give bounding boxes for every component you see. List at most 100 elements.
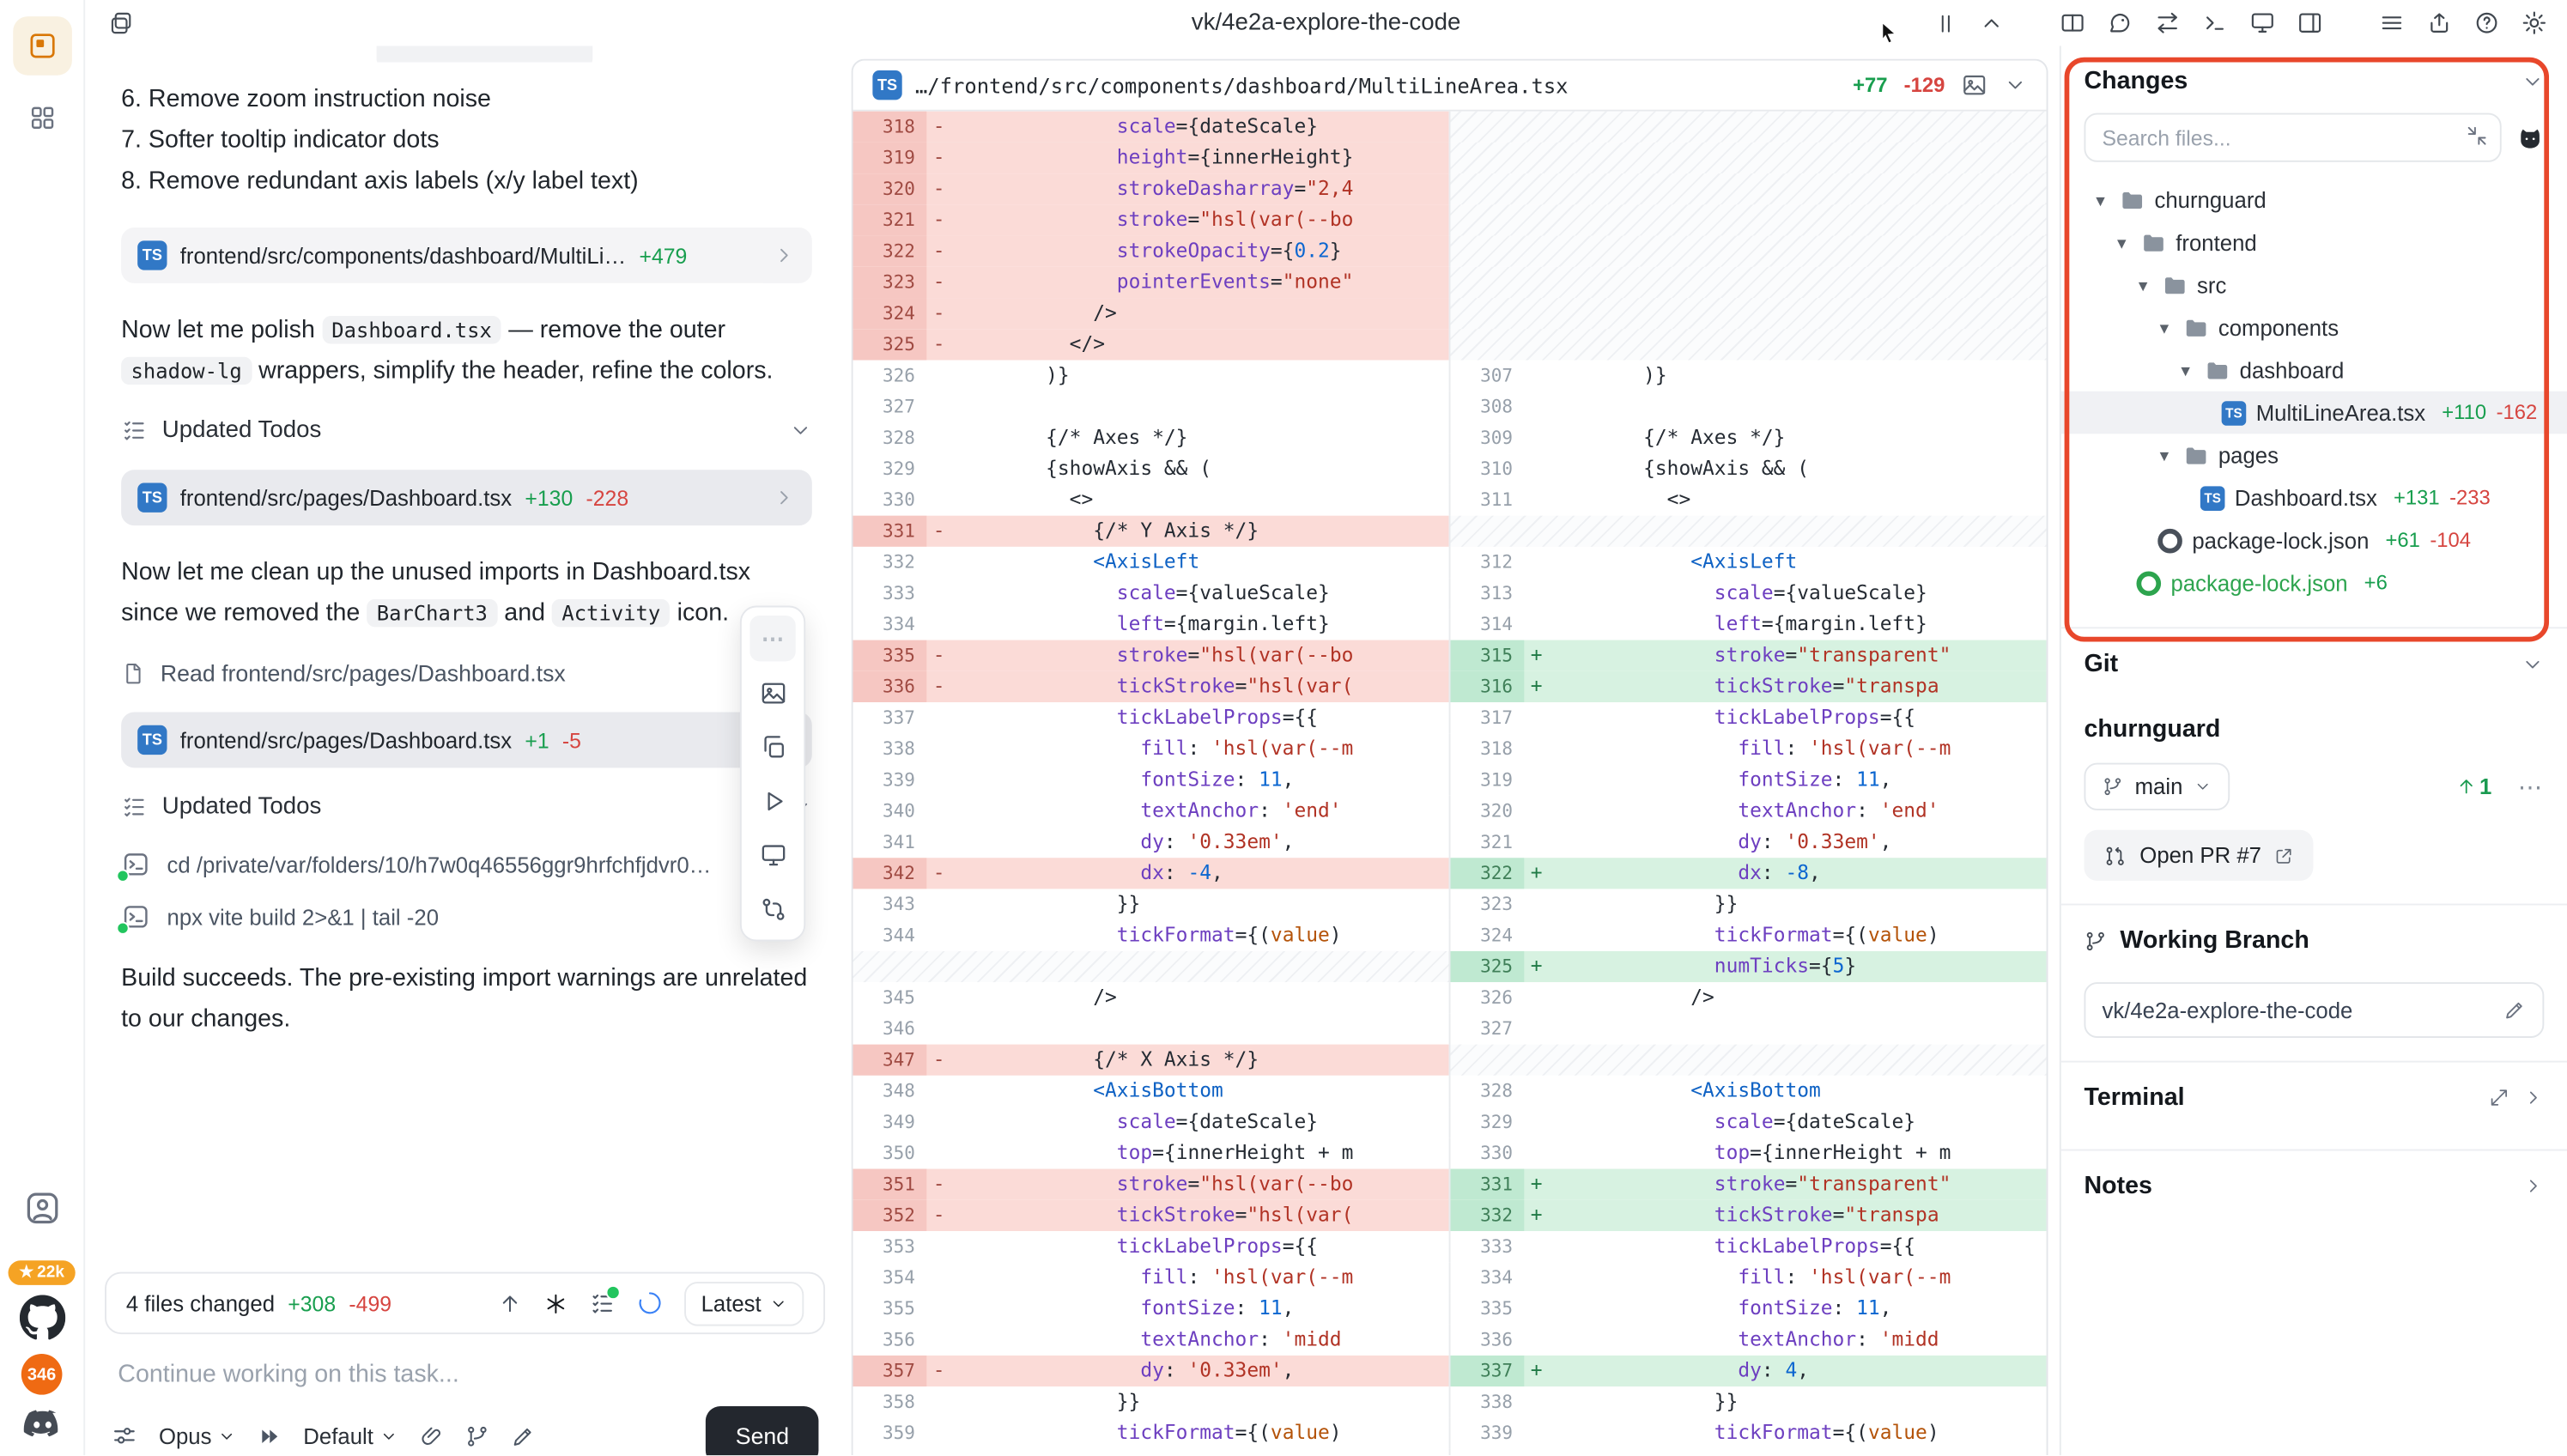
chevron-expanded-icon: ▾ <box>2112 232 2132 253</box>
account-icon[interactable] <box>12 1179 71 1238</box>
diff-row: 359 tickFormat={(value)339 tickFormat={(… <box>853 1417 2046 1448</box>
workspace-icon[interactable] <box>12 16 71 76</box>
collapse-chevron-icon[interactable] <box>2004 74 2027 97</box>
working-branch-field[interactable]: vk/4e2a-explore-the-code <box>2084 982 2544 1038</box>
swap-icon[interactable] <box>2154 9 2181 36</box>
commits-ahead-badge[interactable]: 1 <box>2456 774 2491 799</box>
chevron-right-icon[interactable] <box>2523 1175 2545 1197</box>
tree-folder[interactable]: ▾src <box>2061 264 2567 306</box>
terminal-section-header[interactable]: Terminal <box>2084 1063 2544 1126</box>
tree-folder[interactable]: ▾churnguard <box>2061 179 2567 221</box>
mode-label: Default <box>303 1423 373 1448</box>
send-button[interactable]: Send <box>706 1406 818 1455</box>
tree-folder[interactable]: ▾components <box>2061 306 2567 349</box>
pause-icon[interactable] <box>1933 10 1958 35</box>
left-rail: ★ 22k 346 <box>0 0 85 1455</box>
attach-icon[interactable] <box>419 1423 444 1448</box>
app-window: vk/4e2a-explore-the-code <box>0 0 2567 1455</box>
assistant-paragraph: Now let me clean up the unused imports i… <box>121 552 812 634</box>
chat-bubble-icon[interactable] <box>2107 9 2133 36</box>
updated-todos-row[interactable]: Updated Todos <box>121 417 812 444</box>
columns-icon[interactable] <box>2060 9 2086 36</box>
chevron-down-icon[interactable] <box>789 419 812 442</box>
search-files-input[interactable] <box>2084 113 2501 162</box>
mode-dropdown[interactable]: Default <box>303 1423 397 1448</box>
tree-file[interactable]: package-lock.json+61-104 <box>2061 519 2567 561</box>
diff-view-icon[interactable] <box>1961 72 1987 99</box>
terminal-command-row[interactable]: npx vite build 2>&1 | tail -20 <box>121 902 812 931</box>
screenshot-icon[interactable] <box>749 670 795 715</box>
changes-section-header[interactable]: Changes <box>2084 46 2544 109</box>
open-pr-button[interactable]: Open PR #7 <box>2084 830 2314 881</box>
monitor-icon[interactable] <box>2249 9 2276 36</box>
pencil-icon[interactable] <box>2503 998 2527 1022</box>
composer-toolbar: Opus Default Send <box>105 1399 825 1455</box>
branch-dropdown[interactable]: main <box>2084 763 2230 810</box>
monitor-icon[interactable] <box>749 832 795 877</box>
title-bar: vk/4e2a-explore-the-code <box>85 0 2567 46</box>
discord-icon[interactable] <box>21 1403 64 1446</box>
notes-section-header[interactable]: Notes <box>2084 1151 2544 1215</box>
tree-file[interactable]: package-lock.json+6 <box>2061 561 2567 604</box>
read-file-row[interactable]: Read frontend/src/pages/Dashboard.tsx <box>121 659 812 686</box>
share-icon[interactable] <box>2426 9 2453 36</box>
right-sidebar: Changes ▾churnguard▾frontend▾src▾compone… <box>2060 46 2567 1455</box>
assistant-paragraph: Now let me polish Dashboard.tsx — remove… <box>121 309 812 391</box>
chevron-right-icon[interactable] <box>2523 1087 2545 1108</box>
diff-row: 356 textAnchor: 'midd336 textAnchor: 'mi… <box>853 1325 2046 1356</box>
more-handle-icon[interactable]: ⋯ <box>749 616 795 661</box>
gear-icon[interactable] <box>2521 9 2548 36</box>
diff-row: 350 top={innerHeight + m330 top={innerHe… <box>853 1138 2046 1168</box>
diff-row: 347- {/* X Axis */} <box>853 1045 2046 1076</box>
changes-summary-bar[interactable]: 4 files changed +308 -499 Latest <box>105 1272 825 1334</box>
diff-body[interactable]: 318- scale={dateScale}319- height={inner… <box>853 112 2046 1456</box>
menu-icon[interactable] <box>2379 9 2406 36</box>
tree-folder[interactable]: ▾frontend <box>2061 221 2567 264</box>
git-title: Git <box>2084 650 2118 677</box>
more-menu-icon[interactable]: ⋯ <box>2518 772 2545 801</box>
model-label: Opus <box>159 1423 212 1448</box>
arrow-up-icon[interactable] <box>498 1291 523 1316</box>
chevron-up-icon[interactable] <box>1979 10 2004 35</box>
play-icon[interactable] <box>749 778 795 823</box>
tree-file[interactable]: TSDashboard.tsx+131-233 <box>2061 476 2567 519</box>
file-diff-chip[interactable]: TS frontend/src/pages/Dashboard.tsx +1 -… <box>121 712 812 767</box>
mascot-icon[interactable] <box>2516 124 2544 151</box>
tree-file[interactable]: TSMultiLineArea.tsx+110-162 <box>2061 391 2567 434</box>
message-input[interactable] <box>114 1359 805 1390</box>
panel-right-icon[interactable] <box>2297 9 2323 36</box>
help-icon[interactable] <box>2473 9 2500 36</box>
folder-icon <box>2141 230 2166 255</box>
tree-folder[interactable]: ▾pages <box>2061 434 2567 476</box>
updated-todos-row[interactable]: Updated Todos <box>121 794 812 821</box>
chevron-down-icon[interactable] <box>2521 70 2545 93</box>
branch-icon[interactable] <box>465 1423 490 1448</box>
pen-icon[interactable] <box>511 1423 536 1448</box>
expand-icon[interactable] <box>2488 1087 2509 1108</box>
diff-panel: TS …/frontend/src/components/dashboard/M… <box>852 59 2048 1456</box>
git-section-header[interactable]: Git <box>2084 628 2544 692</box>
github-icon[interactable] <box>19 1295 64 1340</box>
collapse-tree-icon[interactable] <box>2466 124 2489 148</box>
sliders-icon[interactable] <box>112 1423 138 1449</box>
apps-grid-icon[interactable] <box>12 88 71 148</box>
file-diff-chip[interactable]: TS frontend/src/components/dashboard/Mul… <box>121 228 812 283</box>
terminal-command-row[interactable]: cd /private/var/folders/10/h7w0q46556ggr… <box>121 850 812 879</box>
diff-row: 328 {/* Axes */}309 {/* Axes */} <box>853 422 2046 453</box>
github-stars-badge[interactable]: ★ 22k <box>8 1260 76 1285</box>
skip-forward-icon[interactable] <box>258 1423 282 1448</box>
document-icon <box>121 660 146 685</box>
chevron-expanded-icon: ▾ <box>2154 317 2174 338</box>
spark-icon[interactable] <box>544 1291 569 1316</box>
terminal-icon[interactable] <box>2202 9 2229 36</box>
chevron-down-icon[interactable] <box>2521 652 2545 676</box>
tree-folder[interactable]: ▾dashboard <box>2061 349 2567 391</box>
todos-status-icon[interactable] <box>590 1290 616 1317</box>
tabs-icon[interactable] <box>108 9 135 36</box>
version-dropdown[interactable]: Latest <box>684 1281 804 1325</box>
git-compare-icon[interactable] <box>749 886 795 931</box>
diff-row: 335- stroke="hsl(var(--bo315+ stroke="tr… <box>853 640 2046 671</box>
copy-icon[interactable] <box>749 724 795 769</box>
model-dropdown[interactable]: Opus <box>159 1423 236 1448</box>
file-diff-chip[interactable]: TS frontend/src/pages/Dashboard.tsx +130… <box>121 470 812 525</box>
